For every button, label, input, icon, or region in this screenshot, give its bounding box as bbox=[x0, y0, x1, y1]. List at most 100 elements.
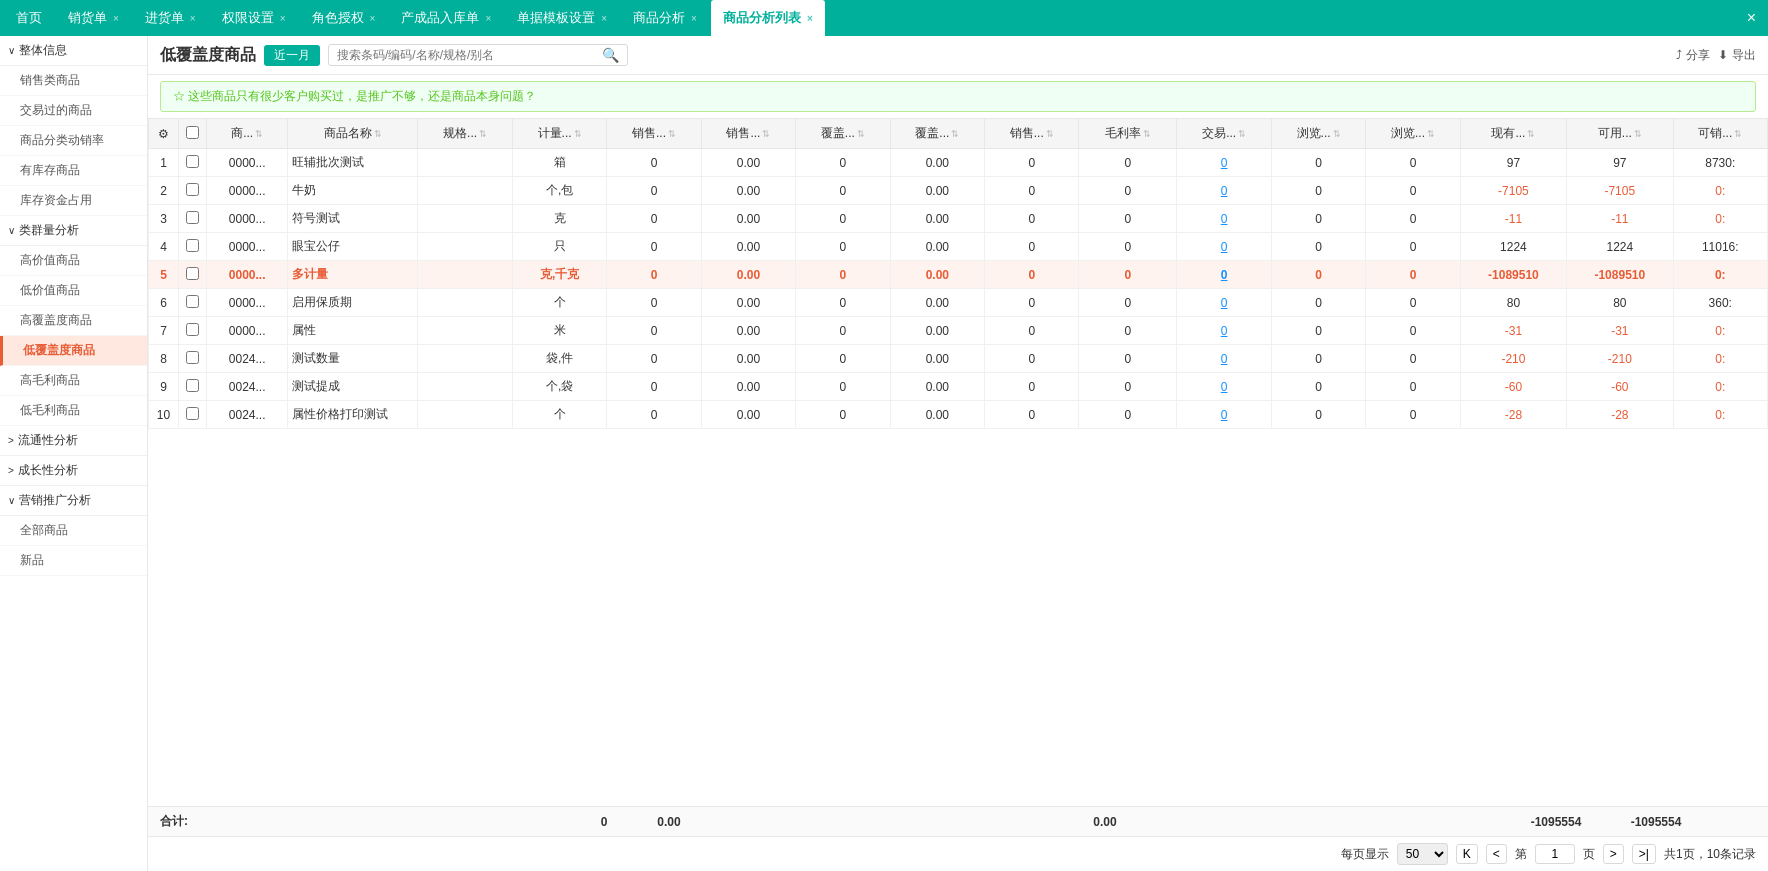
row-checkbox[interactable] bbox=[186, 407, 199, 420]
nav-tab-sales[interactable]: 销货单 × bbox=[56, 0, 131, 36]
sidebar-item-low-margin[interactable]: 低毛利商品 bbox=[0, 396, 147, 426]
close-icon[interactable]: × bbox=[370, 13, 376, 24]
col-views2[interactable]: 浏览...⇅ bbox=[1366, 119, 1460, 149]
cell-sales-rate: 0 bbox=[985, 345, 1079, 373]
cell-name: 旺辅批次测试 bbox=[288, 149, 418, 177]
sidebar-item-stock-capital[interactable]: 库存资金占用 bbox=[0, 186, 147, 216]
close-icon[interactable]: × bbox=[601, 13, 607, 24]
sidebar-item-new-goods[interactable]: 新品 bbox=[0, 546, 147, 576]
sidebar-item-low-coverage[interactable]: 低覆盖度商品 bbox=[0, 336, 147, 366]
window-close-button[interactable]: × bbox=[1739, 9, 1764, 27]
sidebar-item-high-value[interactable]: 高价值商品 bbox=[0, 246, 147, 276]
row-checkbox[interactable] bbox=[186, 239, 199, 252]
nav-tab-analysis-list[interactable]: 商品分析列表 × bbox=[711, 0, 825, 36]
cell-checkbox[interactable] bbox=[179, 205, 207, 233]
select-all-checkbox[interactable] bbox=[186, 126, 199, 139]
cell-transaction[interactable]: 0 bbox=[1177, 149, 1271, 177]
nav-tab-role[interactable]: 角色授权 × bbox=[300, 0, 388, 36]
cell-transaction[interactable]: 0 bbox=[1177, 401, 1271, 429]
close-icon[interactable]: × bbox=[691, 13, 697, 24]
sidebar-section-circulation[interactable]: > 流通性分析 bbox=[0, 426, 147, 456]
cell-transaction[interactable]: 0 bbox=[1177, 261, 1271, 289]
col-name[interactable]: 商品名称⇅ bbox=[288, 119, 418, 149]
close-icon[interactable]: × bbox=[280, 13, 286, 24]
first-page-button[interactable]: K bbox=[1456, 844, 1478, 864]
cell-checkbox[interactable] bbox=[179, 373, 207, 401]
cell-checkbox[interactable] bbox=[179, 401, 207, 429]
per-page-select[interactable]: 50 10 20 100 bbox=[1397, 843, 1448, 865]
row-checkbox[interactable] bbox=[186, 155, 199, 168]
col-sales-amount[interactable]: 销售...⇅ bbox=[701, 119, 795, 149]
col-sales-count[interactable]: 销售...⇅ bbox=[607, 119, 701, 149]
col-code[interactable]: 商...⇅ bbox=[207, 119, 288, 149]
col-stock-available[interactable]: 可用...⇅ bbox=[1567, 119, 1673, 149]
close-icon[interactable]: × bbox=[485, 13, 491, 24]
col-gross-margin[interactable]: 毛利率⇅ bbox=[1079, 119, 1177, 149]
cell-checkbox[interactable] bbox=[179, 345, 207, 373]
search-icon[interactable]: 🔍 bbox=[602, 47, 619, 63]
nav-tab-product-stock[interactable]: 产成品入库单 × bbox=[389, 0, 503, 36]
row-checkbox[interactable] bbox=[186, 295, 199, 308]
prev-page-button[interactable]: < bbox=[1486, 844, 1507, 864]
col-views1[interactable]: 浏览...⇅ bbox=[1271, 119, 1365, 149]
cell-transaction[interactable]: 0 bbox=[1177, 205, 1271, 233]
col-transaction[interactable]: 交易...⇅ bbox=[1177, 119, 1271, 149]
nav-tab-analysis[interactable]: 商品分析 × bbox=[621, 0, 709, 36]
sidebar-section-cluster[interactable]: ∨ 类群量分析 bbox=[0, 216, 147, 246]
share-button[interactable]: ⤴ 分享 bbox=[1676, 47, 1710, 64]
last-page-button[interactable]: >| bbox=[1632, 844, 1656, 864]
cell-checkbox[interactable] bbox=[179, 317, 207, 345]
sidebar-section-overall[interactable]: ∨ 整体信息 bbox=[0, 36, 147, 66]
next-page-button[interactable]: > bbox=[1603, 844, 1624, 864]
cell-checkbox[interactable] bbox=[179, 177, 207, 205]
cell-coverage2: 0.00 bbox=[890, 317, 984, 345]
row-checkbox[interactable] bbox=[186, 379, 199, 392]
table-wrapper[interactable]: ⚙ 商...⇅ 商品名称⇅ 规格...⇅ 计量...⇅ 销售...⇅ 销售...… bbox=[148, 118, 1768, 806]
sidebar-section-growth[interactable]: > 成长性分析 bbox=[0, 456, 147, 486]
cell-transaction[interactable]: 0 bbox=[1177, 345, 1271, 373]
col-settings[interactable]: ⚙ bbox=[149, 119, 179, 149]
row-checkbox[interactable] bbox=[186, 351, 199, 364]
sidebar-section-marketing[interactable]: ∨ 营销推广分析 bbox=[0, 486, 147, 516]
cell-transaction[interactable]: 0 bbox=[1177, 317, 1271, 345]
row-checkbox[interactable] bbox=[186, 267, 199, 280]
col-coverage2[interactable]: 覆盖...⇅ bbox=[890, 119, 984, 149]
period-button[interactable]: 近一月 bbox=[264, 45, 320, 66]
nav-tab-purchase[interactable]: 进货单 × bbox=[133, 0, 208, 36]
export-button[interactable]: ⬇ 导出 bbox=[1718, 47, 1756, 64]
sidebar-item-category-sales-rate[interactable]: 商品分类动销率 bbox=[0, 126, 147, 156]
page-input[interactable] bbox=[1535, 844, 1575, 864]
close-icon[interactable]: × bbox=[190, 13, 196, 24]
sidebar-item-traded-goods[interactable]: 交易过的商品 bbox=[0, 96, 147, 126]
sidebar-item-sales-goods[interactable]: 销售类商品 bbox=[0, 66, 147, 96]
cell-transaction[interactable]: 0 bbox=[1177, 373, 1271, 401]
cell-transaction[interactable]: 0 bbox=[1177, 233, 1271, 261]
nav-tab-template[interactable]: 单据模板设置 × bbox=[505, 0, 619, 36]
sidebar-item-low-value[interactable]: 低价值商品 bbox=[0, 276, 147, 306]
col-sales-rate[interactable]: 销售...⇅ bbox=[985, 119, 1079, 149]
nav-tab-home[interactable]: 首页 bbox=[4, 0, 54, 36]
cell-checkbox[interactable] bbox=[179, 261, 207, 289]
cell-transaction[interactable]: 0 bbox=[1177, 177, 1271, 205]
nav-tab-permission[interactable]: 权限设置 × bbox=[210, 0, 298, 36]
sidebar-item-goods-in-stock[interactable]: 有库存商品 bbox=[0, 156, 147, 186]
row-checkbox[interactable] bbox=[186, 183, 199, 196]
search-input[interactable] bbox=[337, 48, 598, 62]
cell-checkbox[interactable] bbox=[179, 149, 207, 177]
col-coverage1[interactable]: 覆盖...⇅ bbox=[796, 119, 890, 149]
col-spec[interactable]: 规格...⇅ bbox=[418, 119, 512, 149]
col-checkbox[interactable] bbox=[179, 119, 207, 149]
row-checkbox[interactable] bbox=[186, 323, 199, 336]
sidebar-item-all-goods[interactable]: 全部商品 bbox=[0, 516, 147, 546]
row-checkbox[interactable] bbox=[186, 211, 199, 224]
col-unit[interactable]: 计量...⇅ bbox=[512, 119, 606, 149]
close-icon[interactable]: × bbox=[113, 13, 119, 24]
cell-checkbox[interactable] bbox=[179, 233, 207, 261]
close-icon[interactable]: × bbox=[807, 13, 813, 24]
cell-checkbox[interactable] bbox=[179, 289, 207, 317]
cell-transaction[interactable]: 0 bbox=[1177, 289, 1271, 317]
sidebar-item-high-margin[interactable]: 高毛利商品 bbox=[0, 366, 147, 396]
col-stock-current[interactable]: 现有...⇅ bbox=[1460, 119, 1566, 149]
sidebar-item-high-coverage[interactable]: 高覆盖度商品 bbox=[0, 306, 147, 336]
col-stock-saleable[interactable]: 可销...⇅ bbox=[1673, 119, 1768, 149]
